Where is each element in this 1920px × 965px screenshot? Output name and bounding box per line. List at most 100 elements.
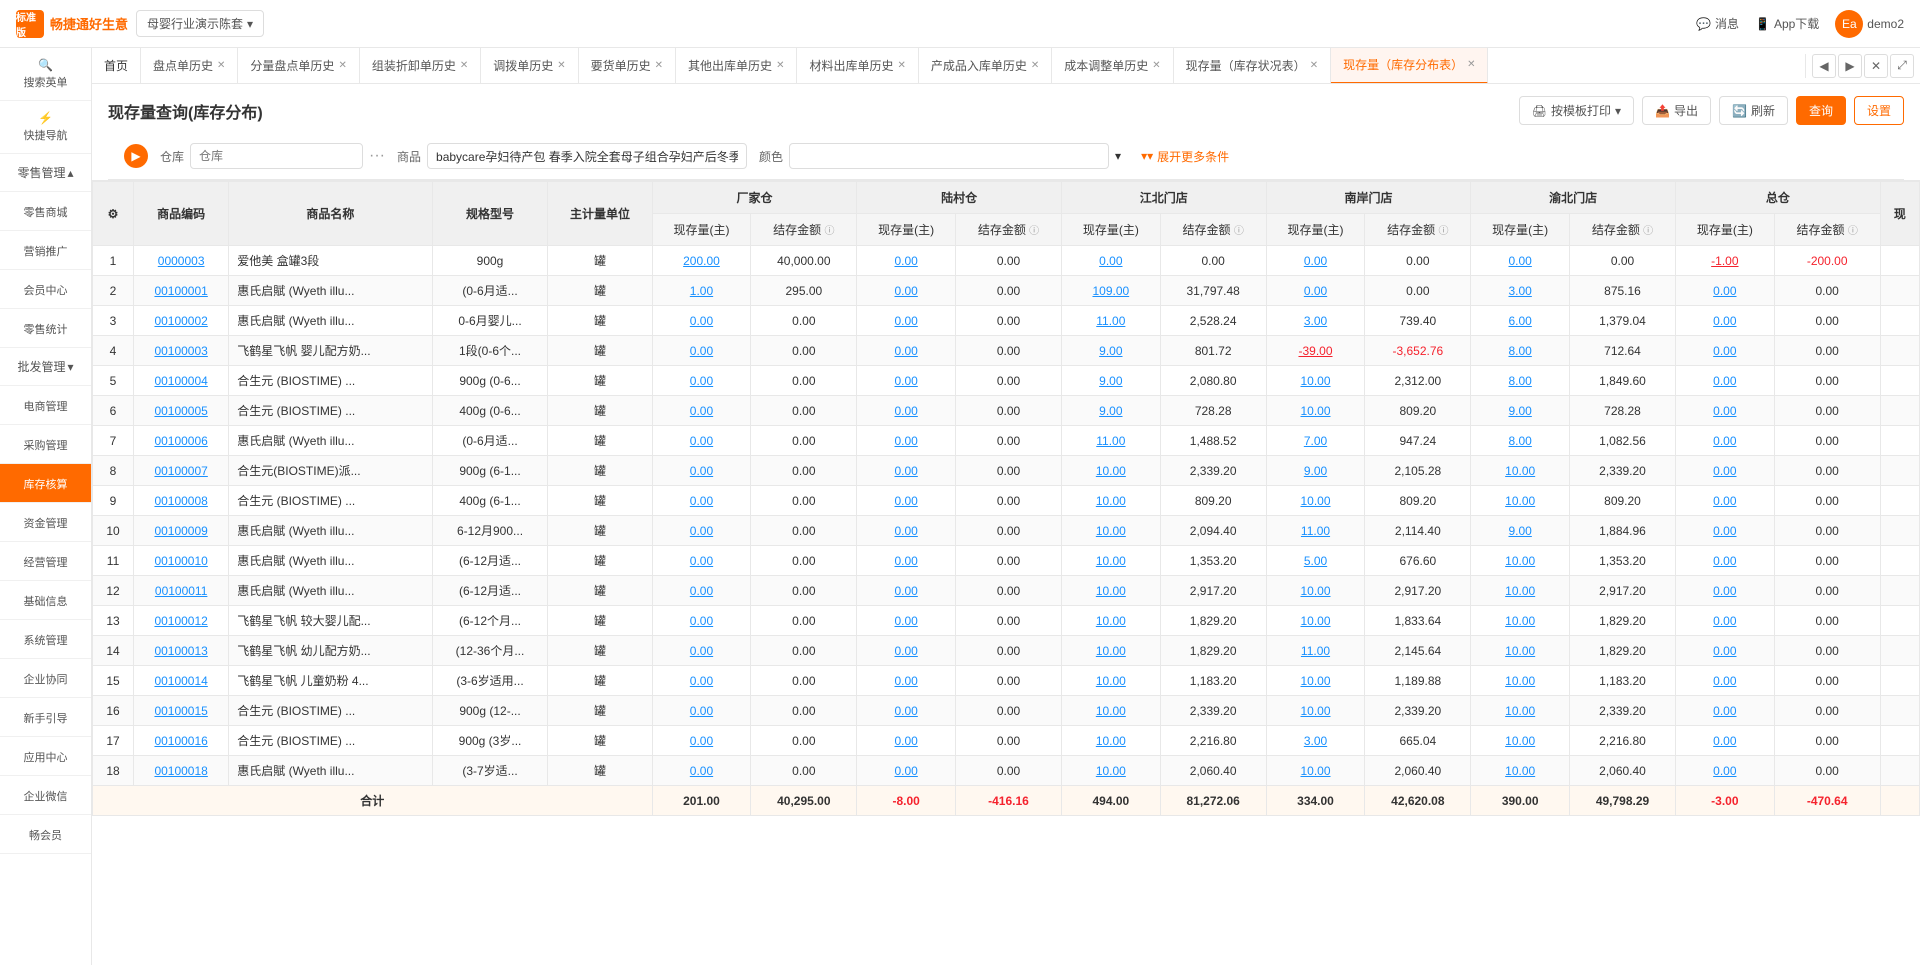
table-cell: 00100015 xyxy=(134,696,229,726)
export-button[interactable]: 📤 导出 xyxy=(1642,96,1711,125)
sidebar-item-retail-mgmt[interactable]: 零售管理 ▴ xyxy=(0,154,91,192)
goods-input[interactable] xyxy=(427,143,747,169)
tab-purchase-req[interactable]: 要货单历史 ✕ xyxy=(579,48,676,84)
table-cell: 8 xyxy=(93,456,134,486)
sidebar-item-retail-stats[interactable]: 零售统计 xyxy=(0,309,91,348)
refresh-button[interactable]: 🔄 刷新 xyxy=(1719,96,1788,125)
table-cell: 0.00 xyxy=(956,306,1062,336)
tab-other-out[interactable]: 其他出库单历史 ✕ xyxy=(676,48,797,84)
query-button[interactable]: 查询 xyxy=(1796,96,1846,125)
table-cell: 合生元 (BIOSTIME) ... xyxy=(229,486,432,516)
tab-other-out-close[interactable]: ✕ xyxy=(776,60,784,71)
collapse-button[interactable]: ▶ xyxy=(124,144,148,168)
sidebar-item-onboarding[interactable]: 新手引导 xyxy=(0,698,91,737)
tab-home[interactable]: 首页 xyxy=(92,48,141,84)
tab-expand-button[interactable]: ⤢ xyxy=(1890,54,1914,78)
tab-product-in-close[interactable]: ✕ xyxy=(1031,60,1039,71)
chevron-down-icon: ▾ xyxy=(67,360,73,374)
sidebar-item-basic[interactable]: 基础信息 xyxy=(0,581,91,620)
table-cell xyxy=(1880,366,1919,396)
tab-inventory-list-close[interactable]: ✕ xyxy=(217,60,225,71)
tab-prev-button[interactable]: ◀ xyxy=(1812,54,1836,78)
tab-stock-dist[interactable]: 现存量（库存分布表） ✕ xyxy=(1331,48,1488,84)
table-cell: 11.00 xyxy=(1266,636,1365,666)
table-cell: 0.00 xyxy=(956,336,1062,366)
tab-close-button[interactable]: ✕ xyxy=(1864,54,1888,78)
settings-button[interactable]: 设置 xyxy=(1854,96,1904,125)
table-cell: 0.00 xyxy=(956,516,1062,546)
sidebar-item-member2[interactable]: 畅会员 xyxy=(0,815,91,854)
tab-stock-status-close[interactable]: ✕ xyxy=(1310,60,1318,71)
tab-partial-inventory-close[interactable]: ✕ xyxy=(338,60,346,71)
sidebar-item-inventory[interactable]: 库存核算 xyxy=(0,464,91,503)
sidebar-item-ecommerce[interactable]: 电商管理 xyxy=(0,386,91,425)
table-cell: 0.00 xyxy=(652,516,751,546)
table-cell: 0.00 xyxy=(1774,456,1880,486)
table-cell: 0.00 xyxy=(1774,666,1880,696)
tab-material-out-close[interactable]: ✕ xyxy=(897,60,905,71)
sidebar-item-wholesale[interactable]: 批发管理 ▾ xyxy=(0,348,91,386)
tab-inventory-list[interactable]: 盘点单历史 ✕ xyxy=(141,48,238,84)
user-profile[interactable]: Ea demo2 xyxy=(1835,10,1904,38)
color-label: 颜色 xyxy=(759,148,783,165)
summary-label: 合计 xyxy=(93,786,653,816)
sidebar-item-enterprise[interactable]: 企业协同 xyxy=(0,659,91,698)
tab-cost-adjust[interactable]: 成本调整单历史 ✕ xyxy=(1052,48,1173,84)
print-button[interactable]: 🖨 按模板打印 ▾ xyxy=(1519,96,1634,125)
warehouse-ellipsis[interactable]: ··· xyxy=(369,147,385,165)
sidebar-item-search[interactable]: 🔍 搜索英单 xyxy=(0,48,91,101)
tab-bundle[interactable]: 组装折卸单历史 ✕ xyxy=(360,48,481,84)
tab-transfer-close[interactable]: ✕ xyxy=(557,60,565,71)
tab-stock-status[interactable]: 现存量（库存状况表） ✕ xyxy=(1174,48,1331,84)
table-cell: 0.00 xyxy=(1675,576,1774,606)
table-cell: 罐 xyxy=(548,756,652,786)
tab-purchase-req-close[interactable]: ✕ xyxy=(655,60,663,71)
sidebar-item-marketing[interactable]: 营销推广 xyxy=(0,231,91,270)
table-cell: 0.00 xyxy=(1774,756,1880,786)
sidebar-item-wecom[interactable]: 企业微信 xyxy=(0,776,91,815)
tab-product-in[interactable]: 产成品入库单历史 ✕ xyxy=(919,48,1052,84)
table-cell: 1,829.20 xyxy=(1570,636,1676,666)
warehouse-input[interactable] xyxy=(190,143,363,169)
col-gear[interactable]: ⚙ xyxy=(93,182,134,246)
sidebar-item-purchase[interactable]: 采购管理 xyxy=(0,425,91,464)
logo-area: 标准版 畅捷通好生意 xyxy=(16,10,128,38)
sidebar-item-system[interactable]: 系统管理 xyxy=(0,620,91,659)
table-cell: 0.00 xyxy=(1774,396,1880,426)
message-button[interactable]: 💬 消息 xyxy=(1696,15,1739,32)
table-cell: 1,488.52 xyxy=(1160,426,1266,456)
table-cell: 0.00 xyxy=(652,756,751,786)
table-cell: 2,339.20 xyxy=(1570,456,1676,486)
tab-partial-inventory[interactable]: 分量盘点单历史 ✕ xyxy=(238,48,359,84)
table-cell: 0.00 xyxy=(1471,246,1570,276)
table-cell: 飞鹤星飞帆 幼儿配方奶... xyxy=(229,636,432,666)
tab-bundle-close[interactable]: ✕ xyxy=(460,60,468,71)
tab-stock-dist-close[interactable]: ✕ xyxy=(1467,59,1475,70)
table-cell: 0.00 xyxy=(751,696,857,726)
export-icon: 📤 xyxy=(1655,104,1670,118)
tab-cost-adjust-close[interactable]: ✕ xyxy=(1152,60,1160,71)
table-cell: 728.28 xyxy=(1160,396,1266,426)
table-cell: 0.00 xyxy=(751,636,857,666)
tab-next-button[interactable]: ▶ xyxy=(1838,54,1862,78)
sidebar-item-operations[interactable]: 经营管理 xyxy=(0,542,91,581)
store-selector[interactable]: 母婴行业演示陈套 ▾ xyxy=(136,10,264,37)
table-cell: 罐 xyxy=(548,396,652,426)
table-container[interactable]: ⚙ 商品编码 商品名称 规格型号 主计量单位 厂家仓 陆村仓 江北门店 南岸门店… xyxy=(92,181,1920,965)
sidebar-item-app-center[interactable]: 应用中心 xyxy=(0,737,91,776)
expand-conditions-button[interactable]: ▾▾ 展开更多条件 xyxy=(1133,144,1237,169)
table-cell: 0.00 xyxy=(652,396,751,426)
table-cell: 飞鹤星飞帆 较大婴儿配... xyxy=(229,606,432,636)
sidebar-item-quick[interactable]: ⚡ 快捷导航 xyxy=(0,101,91,154)
tab-material-out[interactable]: 材料出库单历史 ✕ xyxy=(797,48,918,84)
sidebar-item-retail-mall[interactable]: 零售商城 xyxy=(0,192,91,231)
table-cell: 2,312.00 xyxy=(1365,366,1471,396)
color-input[interactable] xyxy=(789,143,1109,169)
app-download-button[interactable]: 📱 App下载 xyxy=(1755,15,1819,32)
sidebar-item-finance[interactable]: 资金管理 xyxy=(0,503,91,542)
tab-transfer[interactable]: 调拨单历史 ✕ xyxy=(481,48,578,84)
table-cell: 0.00 xyxy=(1774,576,1880,606)
sidebar-item-member[interactable]: 会员中心 xyxy=(0,270,91,309)
table-cell: 0.00 xyxy=(751,546,857,576)
table-cell xyxy=(1880,396,1919,426)
